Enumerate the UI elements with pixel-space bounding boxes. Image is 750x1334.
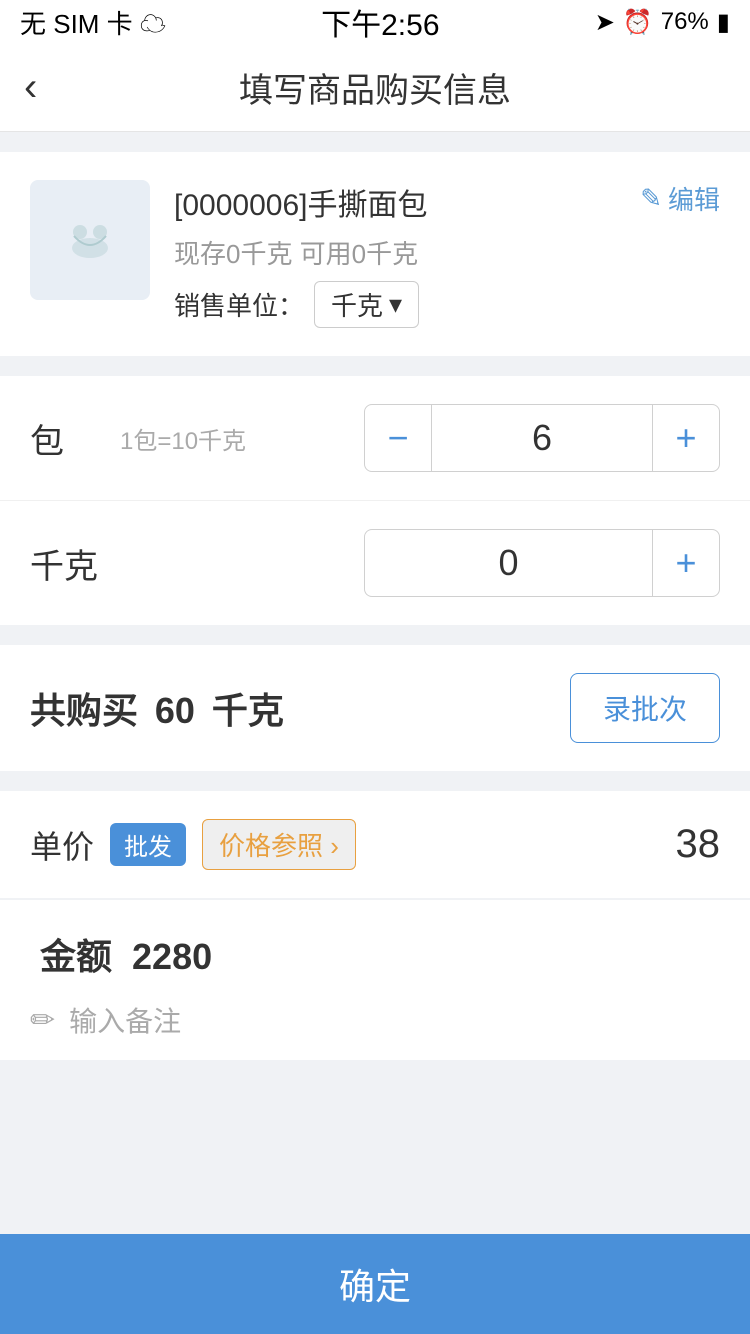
unit-chevron-icon: ▾: [389, 289, 402, 320]
alarm-icon: ⏰: [623, 8, 653, 37]
bao-quantity-input[interactable]: [432, 404, 652, 472]
note-row[interactable]: ✏ 输入备注: [30, 1000, 720, 1040]
kg-quantity-input[interactable]: [364, 529, 652, 597]
edit-button[interactable]: ✎ 编辑: [640, 180, 720, 217]
total-text: 共购买 60 千克: [30, 682, 284, 734]
status-right: ➤ ⏰ 76% ▮: [595, 8, 730, 37]
edit-label: 编辑: [668, 180, 720, 217]
unit-value: 千克: [331, 286, 383, 323]
edit-icon: ✎: [640, 183, 662, 214]
bao-controls: − +: [364, 404, 720, 472]
amount-row: 金额 2280: [30, 928, 720, 980]
price-section: 单价 批发 价格参照 › 38: [0, 791, 750, 898]
product-card: [0000006]手撕面包 现存0千克 可用0千克 销售单位： 千克 ▾ ✎ 编…: [0, 152, 750, 356]
kg-plus-button[interactable]: +: [652, 529, 720, 597]
bao-plus-button[interactable]: +: [652, 404, 720, 472]
battery-icon: ▮: [717, 8, 730, 37]
total-value: 60: [155, 690, 195, 731]
total-unit: 千克: [212, 690, 284, 731]
amount-value: 2280: [132, 936, 212, 977]
back-button[interactable]: ‹: [24, 65, 37, 110]
unit-label: 销售单位：: [174, 286, 304, 323]
amount-label: 金额: [40, 936, 112, 977]
product-name: [0000006]手撕面包: [174, 180, 720, 224]
page-title: 填写商品购买信息: [239, 63, 511, 112]
status-left: 无 SIM 卡 ☁: [20, 4, 166, 41]
bao-quantity-row: 包 1包=10千克 − +: [0, 376, 750, 501]
nav-bar: ‹ 填写商品购买信息: [0, 44, 750, 132]
product-unit: 销售单位： 千克 ▾: [174, 281, 720, 328]
amount-section: 金额 2280 ✏ 输入备注: [0, 900, 750, 1060]
status-bar: 无 SIM 卡 ☁ 下午2:56 ➤ ⏰ 76% ▮: [0, 0, 750, 44]
price-type-tag: 批发: [110, 823, 186, 866]
bao-quantity-section: 包 1包=10千克 − + 千克 +: [0, 376, 750, 625]
confirm-button[interactable]: 确定: [0, 1234, 750, 1334]
status-time: 下午2:56: [321, 0, 439, 44]
product-stock: 现存0千克 可用0千克: [174, 234, 720, 271]
price-reference-button[interactable]: 价格参照 ›: [202, 819, 356, 870]
product-info: [0000006]手撕面包 现存0千克 可用0千克 销售单位： 千克 ▾: [174, 180, 720, 328]
note-placeholder: 输入备注: [69, 1000, 181, 1040]
price-label: 单价: [30, 822, 94, 868]
spacer: [0, 1060, 750, 1234]
bao-minus-button[interactable]: −: [364, 404, 432, 472]
kg-label: 千克: [30, 539, 110, 588]
battery-level: 76%: [661, 8, 709, 36]
price-value: 38: [676, 822, 721, 867]
batch-button[interactable]: 录批次: [570, 673, 720, 743]
location-icon: ➤: [595, 8, 615, 37]
pencil-icon: ✏: [30, 1003, 55, 1038]
bao-label: 包: [30, 414, 110, 463]
kg-controls: +: [364, 529, 720, 597]
total-prefix: 共购买: [30, 690, 138, 731]
sim-status: 无 SIM 卡 ☁: [20, 4, 166, 41]
product-thumbnail: [30, 180, 150, 300]
total-row: 共购买 60 千克 录批次: [0, 645, 750, 771]
kg-quantity-row: 千克 +: [0, 501, 750, 625]
bao-hint: 1包=10千克: [120, 421, 364, 456]
unit-selector[interactable]: 千克 ▾: [314, 281, 419, 328]
